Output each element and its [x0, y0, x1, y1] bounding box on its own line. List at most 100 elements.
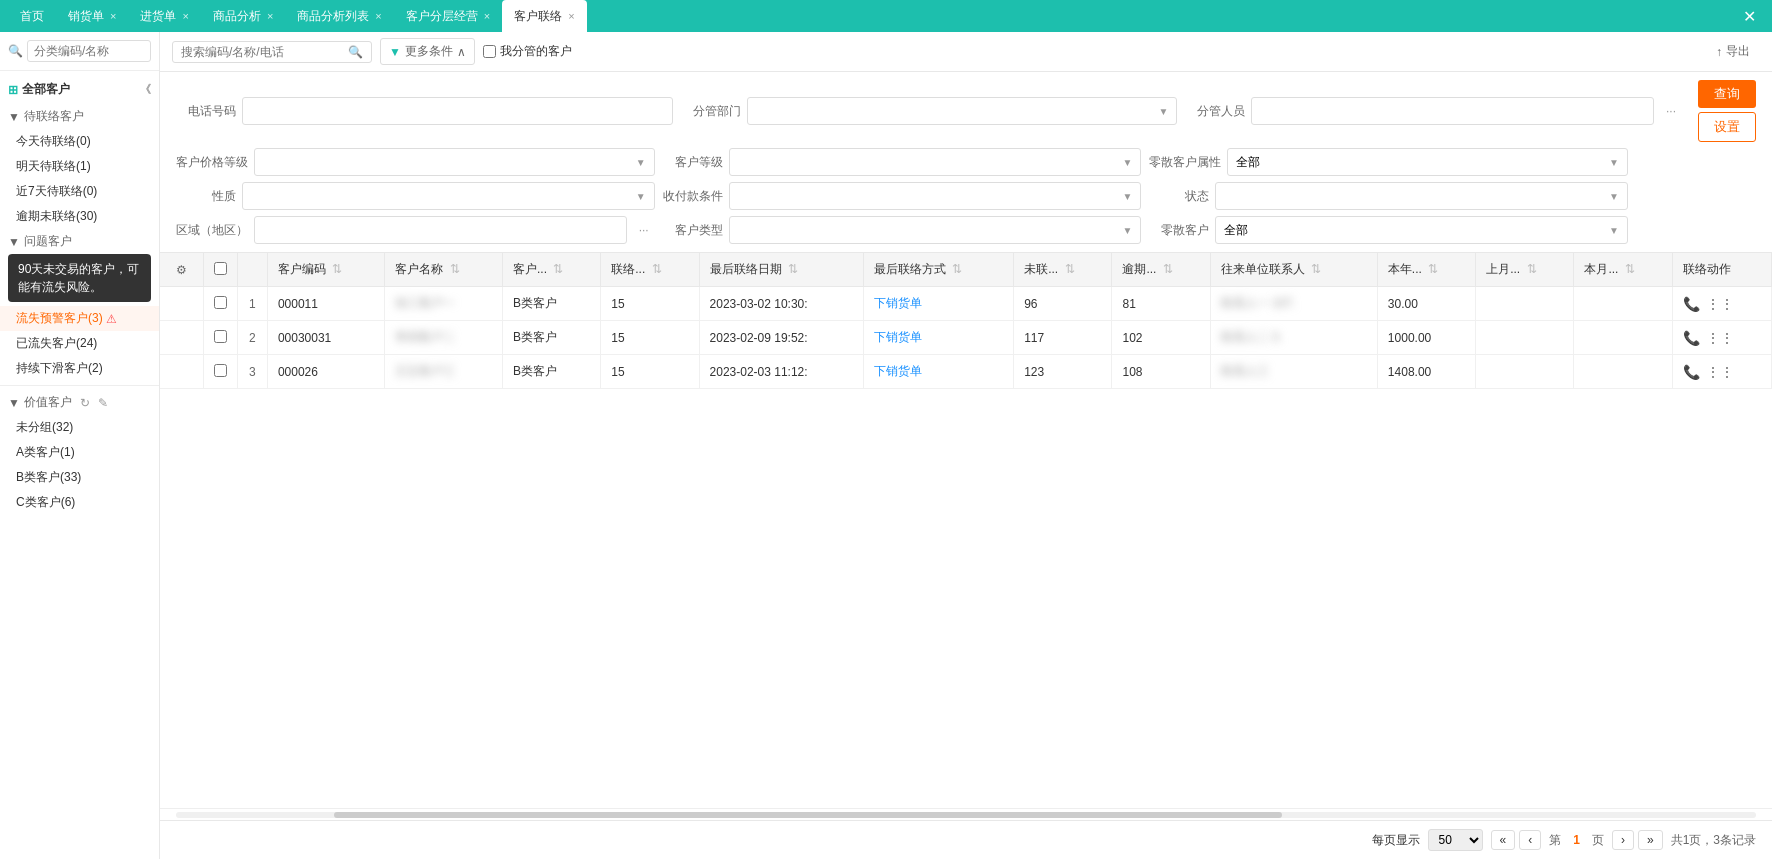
nav-tab-purchase[interactable]: 进货单 × [128, 0, 200, 32]
row1-checkbox[interactable] [214, 296, 227, 309]
row2-checkbox[interactable] [214, 330, 227, 343]
customer-level-select[interactable]: ▼ [729, 148, 1142, 176]
export-button[interactable]: ↑ 导出 [1706, 39, 1760, 64]
th-name[interactable]: 客户名称 ⇅ [385, 253, 503, 287]
sidebar-item-ungrouped[interactable]: 未分组(32) [0, 415, 159, 440]
sidebar-item-churned[interactable]: 已流失客户(24) [0, 331, 159, 356]
sidebar-root-item[interactable]: ⊞ 全部客户 《 [0, 75, 159, 104]
sidebar-item-class-a[interactable]: A类客户(1) [0, 440, 159, 465]
sidebar-item-declining[interactable]: 持续下滑客户(2) [0, 356, 159, 381]
region-more-icon[interactable]: ··· [633, 221, 655, 239]
th-current-year[interactable]: 本年... ⇅ [1377, 253, 1475, 287]
close-analysis-tab-icon[interactable]: × [267, 10, 273, 22]
th-settings[interactable]: ⚙ [160, 253, 203, 287]
row2-method-link[interactable]: 下销货单 [874, 330, 922, 344]
sidebar-item-today[interactable]: 今天待联络(0) [0, 129, 159, 154]
window-close-button[interactable]: ✕ [1735, 7, 1764, 26]
sidebar-group-value-edit-icon[interactable]: ✎ [98, 396, 108, 410]
per-page-label: 每页显示 [1372, 832, 1420, 849]
setting-button[interactable]: 设置 [1698, 112, 1756, 142]
search-icon[interactable]: 🔍 [348, 45, 363, 59]
sidebar-item-tomorrow[interactable]: 明天待联络(1) [0, 154, 159, 179]
sort-not-contacted-icon: ⇅ [1065, 262, 1075, 276]
next-page-button[interactable]: › [1612, 830, 1634, 850]
close-analysis-list-tab-icon[interactable]: × [375, 10, 381, 22]
th-code[interactable]: 客户编码 ⇅ [267, 253, 385, 287]
sidebar-group-value-refresh-icon[interactable]: ↻ [80, 396, 90, 410]
prev-page-button[interactable]: ‹ [1519, 830, 1541, 850]
sidebar-search-input[interactable] [27, 40, 151, 62]
close-purchase-tab-icon[interactable]: × [182, 10, 188, 22]
row3-checkbox[interactable] [214, 364, 227, 377]
sidebar-group-pending-arrow[interactable]: ▼ [8, 110, 20, 124]
th-type[interactable]: 客户... ⇅ [502, 253, 600, 287]
nav-tab-customer-contact[interactable]: 客户联络 × [502, 0, 586, 32]
th-contact[interactable]: 联络... ⇅ [601, 253, 699, 287]
th-last-contact-method[interactable]: 最后联络方式 ⇅ [863, 253, 1014, 287]
row1-action-menu-icon[interactable]: ⋮⋮ [1706, 296, 1734, 312]
sidebar-group-pending: ▼ 待联络客户 [0, 104, 159, 129]
last-page-button[interactable]: » [1638, 830, 1663, 850]
first-page-button[interactable]: « [1491, 830, 1516, 850]
sidebar-group-value: ▼ 价值客户 ↻ ✎ [0, 390, 159, 415]
row3-action-menu-icon[interactable]: ⋮⋮ [1706, 364, 1734, 380]
manager-more-icon[interactable]: ··· [1660, 102, 1682, 120]
horizontal-scrollbar[interactable] [160, 808, 1772, 820]
td-row1-method: 下销货单 [863, 287, 1014, 321]
close-customer-tier-tab-icon[interactable]: × [484, 10, 490, 22]
sidebar-item-7days[interactable]: 近7天待联络(0) [0, 179, 159, 204]
payment-select[interactable]: ▼ [729, 182, 1142, 210]
th-not-contacted[interactable]: 未联... ⇅ [1014, 253, 1112, 287]
retail-attr-select[interactable]: 全部 ▼ [1227, 148, 1628, 176]
query-button[interactable]: 查询 [1698, 80, 1756, 108]
scroll-thumb[interactable] [334, 812, 1282, 818]
search-input[interactable] [181, 45, 344, 59]
th-overdue[interactable]: 逾期... ⇅ [1112, 253, 1210, 287]
retail-customer-select[interactable]: 全部 ▼ [1215, 216, 1628, 244]
page-size-select[interactable]: 50 20 100 [1428, 829, 1483, 851]
row3-method-link[interactable]: 下销货单 [874, 364, 922, 378]
nature-select[interactable]: ▼ [242, 182, 655, 210]
phone-input[interactable] [242, 97, 673, 125]
customer-type-select[interactable]: ▼ [729, 216, 1142, 244]
row2-action-phone-icon[interactable]: 📞 [1683, 330, 1700, 346]
manager-select[interactable] [1251, 97, 1654, 125]
close-sales-tab-icon[interactable]: × [110, 10, 116, 22]
th-last-contact-date[interactable]: 最后联络日期 ⇅ [699, 253, 863, 287]
region-input[interactable] [254, 216, 627, 244]
status-select[interactable]: ▼ [1215, 182, 1628, 210]
row2-action-menu-icon[interactable]: ⋮⋮ [1706, 330, 1734, 346]
nav-tab-analysis-list[interactable]: 商品分析列表 × [285, 0, 393, 32]
td-row2-contact: 15 [601, 321, 699, 355]
close-customer-contact-tab-icon[interactable]: × [568, 10, 574, 22]
td-row3-person: 联系人三 [1210, 355, 1377, 389]
select-all-checkbox[interactable] [214, 262, 227, 275]
price-level-select[interactable]: ▼ [254, 148, 655, 176]
nav-tab-analysis[interactable]: 商品分析 × [201, 0, 285, 32]
my-customers-checkbox[interactable] [483, 45, 496, 58]
sort-person-icon: ⇅ [1311, 262, 1321, 276]
row3-action-phone-icon[interactable]: 📞 [1683, 364, 1700, 380]
sidebar-item-class-b[interactable]: B类客户(33) [0, 465, 159, 490]
sidebar-item-churn-warning[interactable]: 流失预警客户(3) ⚠ [0, 306, 159, 331]
my-customers-checkbox-label[interactable]: 我分管的客户 [483, 43, 572, 60]
dept-select[interactable]: ▼ [747, 97, 1178, 125]
th-this-month[interactable]: 本月... ⇅ [1574, 253, 1672, 287]
sort-name-icon: ⇅ [450, 262, 460, 276]
page-navigation: « ‹ 第 1 页 › » [1491, 830, 1663, 850]
sidebar-item-overdue[interactable]: 逾期未联络(30) [0, 204, 159, 229]
settings-gear-icon[interactable]: ⚙ [170, 263, 193, 277]
nav-tab-customer-tier[interactable]: 客户分层经营 × [394, 0, 502, 32]
sidebar-group-value-arrow[interactable]: ▼ [8, 396, 20, 410]
td-row3-last-month [1476, 355, 1574, 389]
row1-method-link[interactable]: 下销货单 [874, 296, 922, 310]
sidebar-group-problem-arrow[interactable]: ▼ [8, 235, 20, 249]
th-last-month[interactable]: 上月... ⇅ [1476, 253, 1574, 287]
nav-tab-home[interactable]: 首页 [8, 0, 56, 32]
th-contact-person[interactable]: 往来单位联系人 ⇅ [1210, 253, 1377, 287]
sidebar-item-class-c[interactable]: C类客户(6) [0, 490, 159, 515]
nav-tab-sales[interactable]: 销货单 × [56, 0, 128, 32]
more-conditions-button[interactable]: ▼ 更多条件 ∧ [380, 38, 475, 65]
sidebar-collapse-icon[interactable]: 《 [140, 82, 151, 97]
row1-action-phone-icon[interactable]: 📞 [1683, 296, 1700, 312]
